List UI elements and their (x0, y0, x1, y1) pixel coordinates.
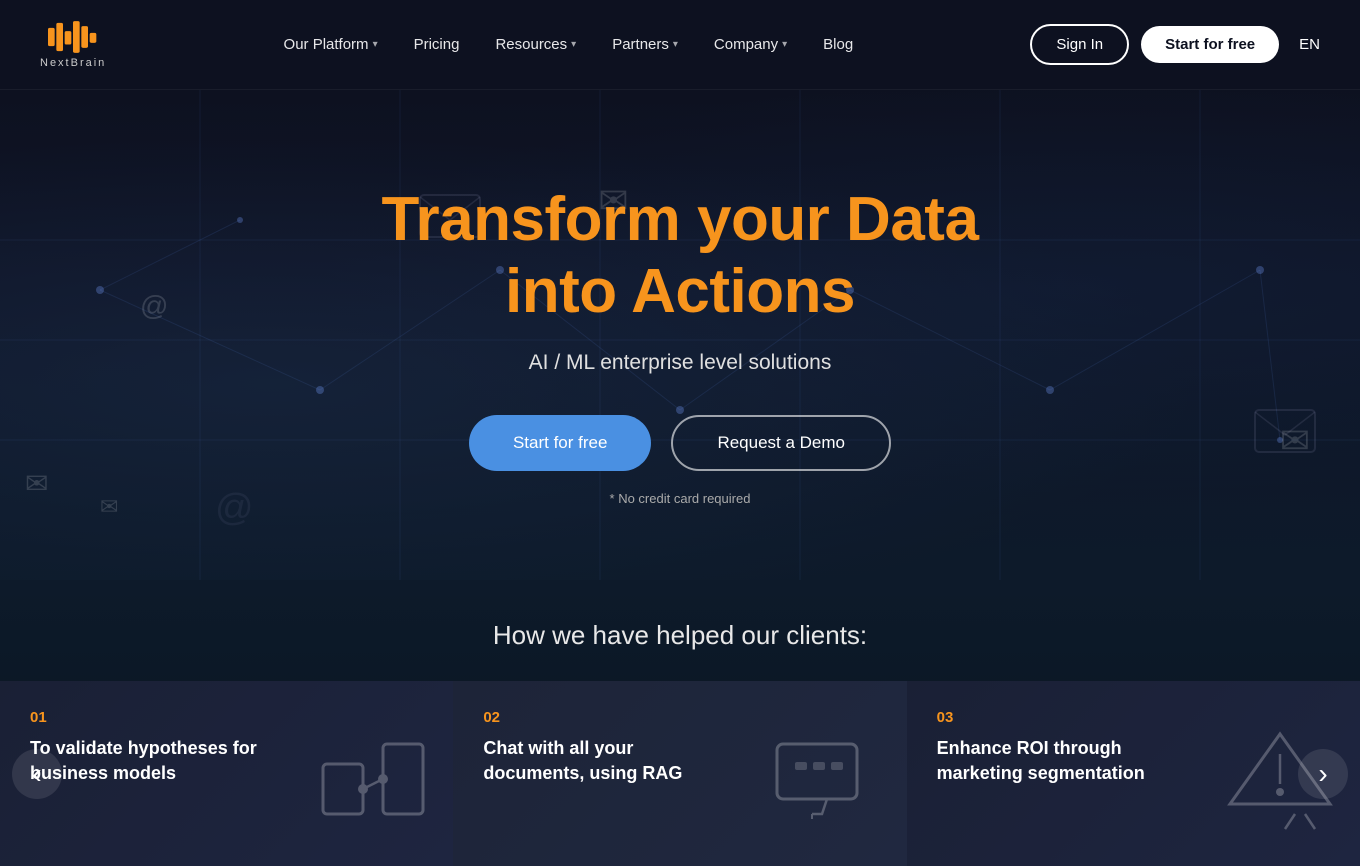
card-text-2: Chat with all your documents, using RAG (483, 736, 723, 786)
nav-item-partners[interactable]: Partners ▾ (612, 36, 678, 53)
nav-item-company[interactable]: Company ▾ (714, 36, 787, 53)
card-icon-1 (313, 724, 433, 856)
cards-wrapper: ‹ 01 To validate hypotheses for business… (0, 681, 1360, 866)
chevron-down-icon: ▾ (782, 39, 787, 50)
floating-mail-icon-4: ✉ (100, 494, 118, 520)
floating-mail-icon-3: ✉ (25, 467, 48, 500)
client-card-1: 01 To validate hypotheses for business m… (0, 681, 453, 866)
hero-title: Transform your Data into Actions (382, 184, 979, 327)
hero-content: Transform your Data into Actions AI / ML… (382, 184, 979, 506)
start-free-nav-button[interactable]: Start for free (1141, 26, 1279, 63)
logo[interactable]: NextBrain (40, 21, 106, 69)
card-text-3: Enhance ROI through marketing segmentati… (937, 736, 1177, 786)
client-card-3: 03 Enhance ROI through marketing segment… (907, 681, 1360, 866)
hero-buttons: Start for free Request a Demo (382, 415, 979, 471)
logo-label: NextBrain (40, 57, 106, 69)
hero-note: * No credit card required (382, 491, 979, 506)
nav-item-blog[interactable]: Blog (823, 36, 853, 53)
nav-actions: Sign In Start for free EN (1030, 24, 1320, 65)
chevron-down-icon: ▾ (571, 39, 576, 50)
client-card-2: 02 Chat with all your documents, using R… (453, 681, 906, 866)
floating-at-icon: @ (140, 290, 168, 322)
floating-mail-icon-2: ✉ (1280, 420, 1310, 462)
hero-subtitle: AI / ML enterprise level solutions (382, 351, 979, 375)
nav-links: Our Platform ▾ Pricing Resources ▾ Partn… (284, 36, 854, 53)
carousel-next-button[interactable]: › (1298, 749, 1348, 799)
nav-item-pricing[interactable]: Pricing (414, 36, 460, 53)
card-text-1: To validate hypotheses for business mode… (30, 736, 270, 786)
chevron-down-icon: ▾ (673, 39, 678, 50)
clients-title: How we have helped our clients: (0, 580, 1360, 681)
card-icon-2 (767, 724, 887, 856)
language-button[interactable]: EN (1299, 36, 1320, 53)
svg-text:@: @ (215, 487, 254, 529)
request-demo-button[interactable]: Request a Demo (671, 415, 891, 471)
carousel-prev-button[interactable]: ‹ (12, 749, 62, 799)
cards-row: 01 To validate hypotheses for business m… (0, 681, 1360, 866)
navbar: NextBrain Our Platform ▾ Pricing Resourc… (0, 0, 1360, 90)
signin-button[interactable]: Sign In (1030, 24, 1129, 65)
clients-section: How we have helped our clients: ‹ 01 To … (0, 580, 1360, 866)
hero-section: @ ✉ ✉ ✉ ✉ @ Transform your Data into Act… (0, 90, 1360, 580)
nav-item-platform[interactable]: Our Platform ▾ (284, 36, 378, 53)
logo-icon (48, 21, 98, 53)
start-free-button[interactable]: Start for free (469, 415, 651, 471)
nav-item-resources[interactable]: Resources ▾ (495, 36, 576, 53)
chevron-down-icon: ▾ (373, 39, 378, 50)
